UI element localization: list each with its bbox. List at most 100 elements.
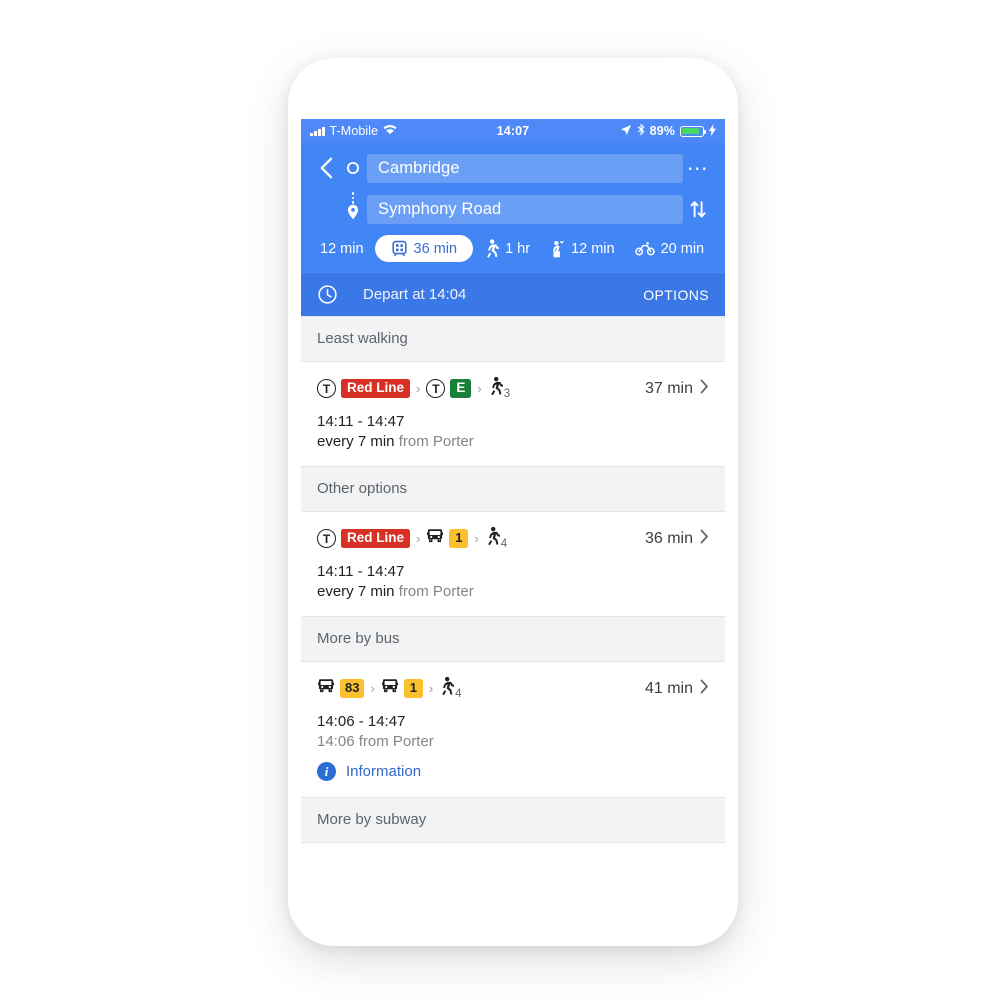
t-logo-icon: T xyxy=(317,379,336,398)
route-frequency: every 7 min from Porter xyxy=(317,433,709,450)
swap-arrows-icon[interactable] xyxy=(683,199,713,219)
walk-minutes-label: 4 xyxy=(500,537,508,550)
route-legs: 83 › 1 › 4 xyxy=(317,676,462,701)
walk-minutes-label: 3 xyxy=(503,387,511,400)
section-header-more-by-subway: More by subway xyxy=(301,797,725,843)
chevron-right-icon[interactable] xyxy=(700,679,709,699)
signal-bars-icon xyxy=(310,126,325,136)
leg-separator-icon: › xyxy=(416,381,421,396)
route-dots-icon xyxy=(351,191,355,205)
leg-separator-icon: › xyxy=(477,381,482,396)
status-bar-left: T-Mobile xyxy=(310,124,397,138)
route-duration-label: 41 min xyxy=(644,679,693,697)
route-frequency: 14:06 from Porter xyxy=(317,733,709,750)
destination-input[interactable]: Symphony Road xyxy=(367,194,683,224)
mode-tab-rideshare[interactable]: 12 min xyxy=(541,234,624,263)
search-header: Cambridge ⋯ Symphony Road 12 min 36 min … xyxy=(301,143,725,272)
route-frequency-origin: from Porter xyxy=(394,583,474,600)
transit-icon xyxy=(391,240,408,257)
route-legs-row: T Red Line › 1 › 4 36 min xyxy=(317,526,709,551)
travel-mode-tabs: 12 min 36 min 1 hr 12 min 20 min xyxy=(301,228,725,272)
mode-tab-walk[interactable]: 1 hr xyxy=(475,234,539,263)
mode-tab-label: 12 min xyxy=(320,240,364,257)
back-chevron-icon[interactable] xyxy=(313,157,339,179)
information-label: Information xyxy=(346,763,422,780)
screenshot-canvas: T-Mobile 14:07 89% Cambridge ⋯ Symphony … xyxy=(0,0,1000,1000)
leg-separator-icon: › xyxy=(474,531,479,546)
route-duration-label: 37 min xyxy=(644,379,693,397)
walk-icon xyxy=(485,526,501,551)
battery-icon xyxy=(680,125,707,137)
status-bar-right: 89% xyxy=(620,123,716,139)
line-badge-1: 1 xyxy=(449,528,469,549)
route-duration: 37 min xyxy=(645,379,709,399)
route-legs-row: T Red Line › T E › 3 37 min xyxy=(317,376,709,401)
mode-tab-label: 12 min xyxy=(571,240,615,257)
leg-separator-icon: › xyxy=(416,531,421,546)
walk-icon xyxy=(439,676,455,701)
route-times: 14:11 - 14:47 xyxy=(317,413,405,430)
origin-row: Cambridge ⋯ xyxy=(301,149,725,187)
mode-tab-car[interactable]: 12 min xyxy=(311,236,373,262)
route-card[interactable]: T Red Line › T E › 3 37 min 14:11 - 14:4… xyxy=(301,362,725,466)
route-card[interactable]: 83 › 1 › 4 41 min 14:06 - 14:47 14:06 fr… xyxy=(301,662,725,797)
route-rail xyxy=(339,191,367,227)
route-results-list: Least walking T Red Line › T E › 3 37 mi… xyxy=(301,316,725,892)
battery-percent-label: 89% xyxy=(649,124,675,138)
route-times: 14:06 - 14:47 xyxy=(317,713,406,730)
route-legs-row: 83 › 1 › 4 41 min xyxy=(317,676,709,701)
route-frequency-value: 14:06 from Porter xyxy=(317,733,434,750)
lightning-bolt-icon xyxy=(709,123,716,139)
walk-leg: 4 xyxy=(485,526,507,551)
route-frequency-origin: from Porter xyxy=(394,433,474,450)
mode-tab-label: 36 min xyxy=(413,240,458,257)
mode-tab-label: 1 hr xyxy=(505,240,531,257)
walk-minutes-label: 4 xyxy=(455,687,462,700)
mode-tab-label: 20 min xyxy=(660,240,705,257)
location-arrow-icon xyxy=(620,124,632,139)
status-bar: T-Mobile 14:07 89% xyxy=(301,119,725,143)
leg-separator-icon: › xyxy=(370,681,375,696)
bike-icon xyxy=(634,241,655,256)
mode-tab-bike[interactable]: 20 min xyxy=(626,236,714,262)
section-header-other-options: Other options xyxy=(301,466,725,512)
leg-separator-icon: › xyxy=(428,681,434,696)
bus-icon xyxy=(426,527,444,550)
clock-icon xyxy=(317,284,363,305)
route-duration: 41 min xyxy=(645,679,709,699)
walk-leg: 3 xyxy=(488,376,510,401)
depart-time-label: Depart at 14:04 xyxy=(363,286,467,303)
route-frequency-value: every 7 min xyxy=(317,583,395,600)
chevron-right-icon[interactable] xyxy=(700,529,709,549)
line-badge-83: 83 xyxy=(340,678,365,699)
depart-bar[interactable]: Depart at 14:04 OPTIONS xyxy=(301,272,725,316)
rideshare-icon xyxy=(550,239,565,258)
walk-icon xyxy=(488,376,504,401)
phone-frame: T-Mobile 14:07 89% Cambridge ⋯ Symphony … xyxy=(288,58,738,946)
phone-screen: T-Mobile 14:07 89% Cambridge ⋯ Symphony … xyxy=(301,119,725,892)
origin-circle-icon xyxy=(339,161,367,175)
route-duration-label: 36 min xyxy=(644,529,693,547)
mode-tab-transit[interactable]: 36 min xyxy=(374,235,474,262)
options-button[interactable]: OPTIONS xyxy=(643,287,709,303)
information-link[interactable]: i Information xyxy=(317,762,709,781)
more-options-icon[interactable]: ⋯ xyxy=(683,156,713,181)
route-times: 14:11 - 14:47 xyxy=(317,563,405,580)
chevron-right-icon[interactable] xyxy=(700,379,709,399)
bus-icon xyxy=(317,677,335,700)
line-badge-1: 1 xyxy=(403,678,423,699)
walk-leg: 4 xyxy=(439,676,462,701)
route-frequency: every 7 min from Porter xyxy=(317,583,709,600)
route-duration: 36 min xyxy=(645,529,709,549)
route-legs: T Red Line › 1 › 4 xyxy=(317,526,507,551)
carrier-label: T-Mobile xyxy=(329,124,379,138)
wifi-icon xyxy=(383,124,397,138)
origin-input[interactable]: Cambridge xyxy=(367,153,683,183)
route-legs: T Red Line › T E › 3 xyxy=(317,376,510,401)
route-card[interactable]: T Red Line › 1 › 4 36 min 14:11 - 14:47 … xyxy=(301,512,725,616)
info-icon: i xyxy=(317,762,336,781)
line-badge-red-line: Red Line xyxy=(341,528,411,549)
walk-icon xyxy=(484,239,500,258)
t-logo-icon: T xyxy=(426,379,446,398)
t-logo-icon: T xyxy=(317,529,336,548)
